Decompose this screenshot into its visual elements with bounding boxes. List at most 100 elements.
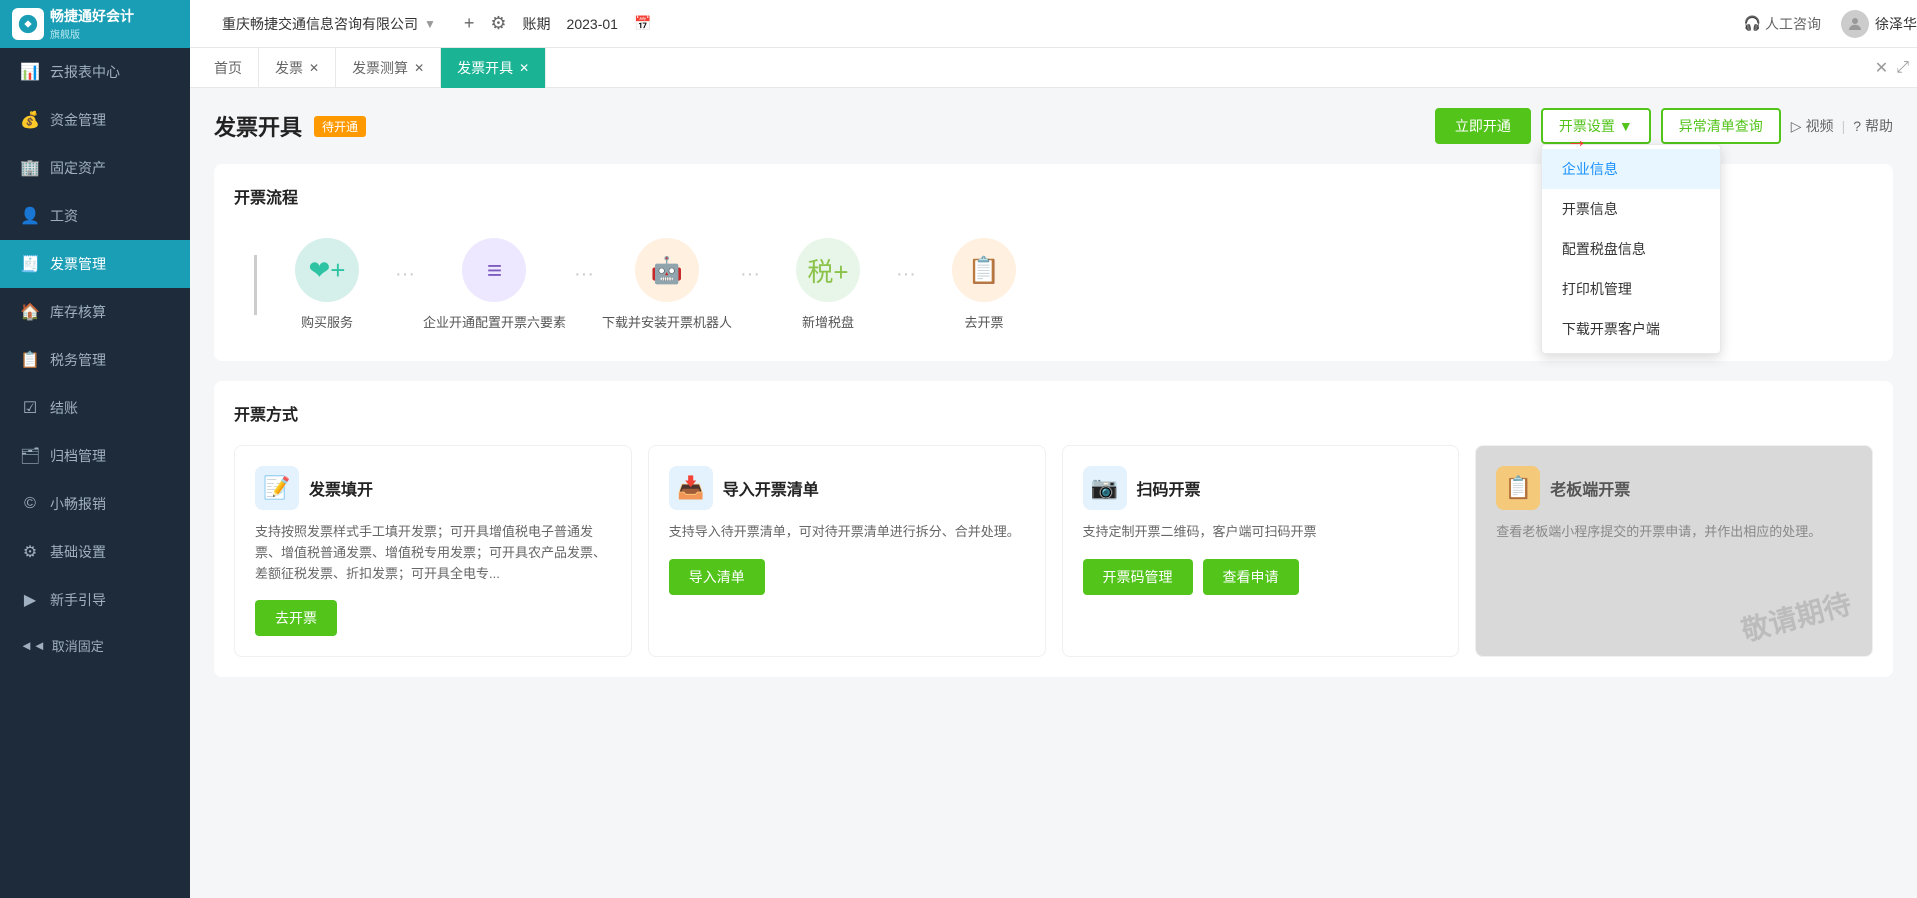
tab-home[interactable]: 首页 (198, 48, 259, 88)
methods-grid: 📝 发票填开 支持按照发票样式手工填开发票；可开具增值税电子普通发票、增值税普通… (234, 445, 1873, 657)
logo-text: 畅捷通好会计 旗舰版 (50, 6, 134, 41)
download-robot-icon: 🤖 (635, 238, 699, 302)
logo-icon (12, 8, 44, 40)
page-title-area: 发票开具 待开通 立即开通 开票设置 ▼ → (214, 108, 1893, 144)
scan-title: 扫码开票 (1137, 476, 1201, 500)
calendar-icon[interactable]: 📅 (634, 15, 651, 32)
flow-step-buy: ❤+ 购买服务 (267, 238, 387, 331)
method-card-scan: 📷 扫码开票 支持定制开票二维码，客户端可扫码开票 开票码管理 查看申请 (1062, 445, 1460, 657)
sidebar-item-fixed-assets[interactable]: 🏢 固定资产 (0, 144, 190, 192)
sidebar-item-archive[interactable]: 🗂 归档管理 (0, 432, 190, 480)
sidebar-item-tax-mgmt[interactable]: 📋 税务管理 (0, 336, 190, 384)
tab-invoice-label: 发票 (275, 58, 303, 78)
activate-button[interactable]: 立即开通 (1435, 108, 1531, 144)
tab-invoice-open[interactable]: 发票开具 ✕ (441, 48, 546, 88)
boss-icon: 📋 (1496, 466, 1540, 510)
tab-invoice[interactable]: 发票 ✕ (259, 48, 336, 88)
video-button[interactable]: 视频 (1806, 116, 1834, 136)
coming-soon-overlay: 敬请期待 (1737, 583, 1856, 651)
sidebar-item-invoice-mgmt[interactable]: 🧾 发票管理 (0, 240, 190, 288)
fill-invoice-button[interactable]: 去开票 (255, 600, 337, 636)
video-help-area: ▷ 视频 | ? 帮助 (1791, 116, 1893, 136)
settlement-icon: ☑ (20, 398, 40, 418)
help-button[interactable]: 帮助 (1865, 116, 1893, 136)
dropdown-item-download-client[interactable]: 下载开票客户端 (1542, 309, 1720, 349)
dropdown-item-company-info[interactable]: 企业信息 (1542, 149, 1720, 189)
sidebar-item-label: 税务管理 (50, 350, 106, 370)
play-icon: ▷ (1791, 118, 1802, 135)
scan-desc: 支持定制开票二维码，客户端可扫码开票 (1083, 522, 1439, 543)
cancel-label: 取消固定 (52, 636, 104, 655)
dropdown-item-tax-disk[interactable]: 配置税盘信息 (1542, 229, 1720, 269)
abnormal-list-button[interactable]: 异常清单查询 (1661, 108, 1781, 144)
support-button[interactable]: 🎧 人工咨询 (1744, 14, 1821, 34)
cancel-icon: ◄◄ (20, 638, 46, 653)
logo-area: 畅捷通好会计 旗舰版 (0, 0, 190, 48)
sidebar-item-report-sales[interactable]: © 小畅报销 (0, 480, 190, 528)
settings-button[interactable]: 开票设置 ▼ (1541, 108, 1651, 144)
settings-dropdown-menu: → 企业信息 开票信息 配置税盘信息 打印机管理 下载开票客户端 (1541, 144, 1721, 354)
content-area: 首页 发票 ✕ 发票测算 ✕ 发票开具 ✕ ✕ ⤢ (190, 48, 1917, 898)
boss-title: 老板端开票 (1550, 476, 1630, 500)
add-button[interactable]: + (464, 13, 475, 34)
payroll-icon: 👤 (20, 206, 40, 226)
config-enterprise-icon: ≡ (462, 238, 526, 302)
sidebar-item-label: 小畅报销 (50, 494, 106, 514)
inventory-icon: 🏠 (20, 302, 40, 322)
import-list-button[interactable]: 导入清单 (669, 559, 765, 595)
company-dropdown-icon: ▼ (424, 17, 436, 31)
sidebar-item-new-guide[interactable]: ▶ 新手引导 (0, 576, 190, 624)
methods-title: 开票方式 (234, 401, 1873, 425)
sidebar-item-label: 资金管理 (50, 110, 106, 130)
tab-close-button[interactable]: ✕ (1875, 58, 1888, 78)
sidebar-item-label: 发票管理 (50, 254, 106, 274)
sidebar-item-label: 固定资产 (50, 158, 106, 178)
headphone-icon: 🎧 (1744, 15, 1761, 32)
tab-test-label: 发票测算 (352, 58, 408, 78)
cancel-fixed-button[interactable]: ◄◄ 取消固定 (0, 624, 190, 667)
method-card-fill: 📝 发票填开 支持按照发票样式手工填开发票；可开具增值税电子普通发票、增值税普通… (234, 445, 632, 657)
scan-icon: 📷 (1083, 466, 1127, 510)
add-tax-label: 新增税盘 (802, 312, 854, 331)
user-name: 徐泽华 (1875, 14, 1917, 34)
sidebar-item-payroll[interactable]: 👤 工资 (0, 192, 190, 240)
sidebar-item-fund-mgmt[interactable]: 💰 资金管理 (0, 96, 190, 144)
dropdown-item-invoice-info[interactable]: 开票信息 (1542, 189, 1720, 229)
flow-step-tax: 税+ 新增税盘 (768, 238, 888, 331)
page-title-actions: 立即开通 开票设置 ▼ → 企业信息 开票信息 (1435, 108, 1893, 144)
go-invoice-icon: 📋 (952, 238, 1016, 302)
flow-step-go: 📋 去开票 (924, 238, 1044, 331)
qr-manage-button[interactable]: 开票码管理 (1083, 559, 1193, 595)
sidebar-item-label: 结账 (50, 398, 78, 418)
dropdown-item-printer[interactable]: 打印机管理 (1542, 269, 1720, 309)
go-invoice-label: 去开票 (964, 312, 1003, 331)
fill-desc: 支持按照发票样式手工填开发票；可开具增值税电子普通发票、增值税普通发票、增值税专… (255, 522, 611, 584)
import-icon: 📥 (669, 466, 713, 510)
flow-arrow-3: ··· (732, 263, 768, 286)
period-label: 账期 (523, 14, 551, 34)
company-selector[interactable]: 重庆畅捷交通信息咨询有限公司 ▼ (214, 10, 444, 38)
company-name: 重庆畅捷交通信息咨询有限公司 (222, 14, 418, 34)
tab-invoice-close[interactable]: ✕ (309, 61, 319, 75)
sidebar-item-cloud-report[interactable]: 📊 云报表中心 (0, 48, 190, 96)
sidebar-item-settlement[interactable]: ☑ 结账 (0, 384, 190, 432)
method-card-import: 📥 导入开票清单 支持导入待开票清单，可对待开票清单进行拆分、合并处理。 导入清… (648, 445, 1046, 657)
fill-header: 📝 发票填开 (255, 466, 611, 510)
config-enterprise-label: 企业开通配置开票六要素 (423, 312, 566, 331)
methods-section: 开票方式 📝 发票填开 支持按照发票样式手工填开发票；可开具增值税电子普通发票、… (214, 381, 1893, 677)
cloud-report-icon: 📊 (20, 62, 40, 82)
tab-open-close[interactable]: ✕ (519, 61, 529, 75)
tab-test-close[interactable]: ✕ (414, 61, 424, 75)
view-apply-button[interactable]: 查看申请 (1203, 559, 1299, 595)
tab-expand-button[interactable]: ⤢ (1896, 59, 1909, 77)
tab-invoice-test[interactable]: 发票测算 ✕ (336, 48, 441, 88)
sidebar-item-label: 归档管理 (50, 446, 106, 466)
sidebar-item-inventory[interactable]: 🏠 库存核算 (0, 288, 190, 336)
tab-home-label: 首页 (214, 58, 242, 78)
user-area[interactable]: 徐泽华 (1841, 10, 1917, 38)
guide-icon: ▶ (20, 590, 40, 610)
fill-icon: 📝 (255, 466, 299, 510)
settings-button[interactable]: ⚙ (490, 13, 506, 34)
sidebar-item-basic-settings[interactable]: ⚙ 基础设置 (0, 528, 190, 576)
settings-chevron-icon: ▼ (1619, 118, 1633, 134)
